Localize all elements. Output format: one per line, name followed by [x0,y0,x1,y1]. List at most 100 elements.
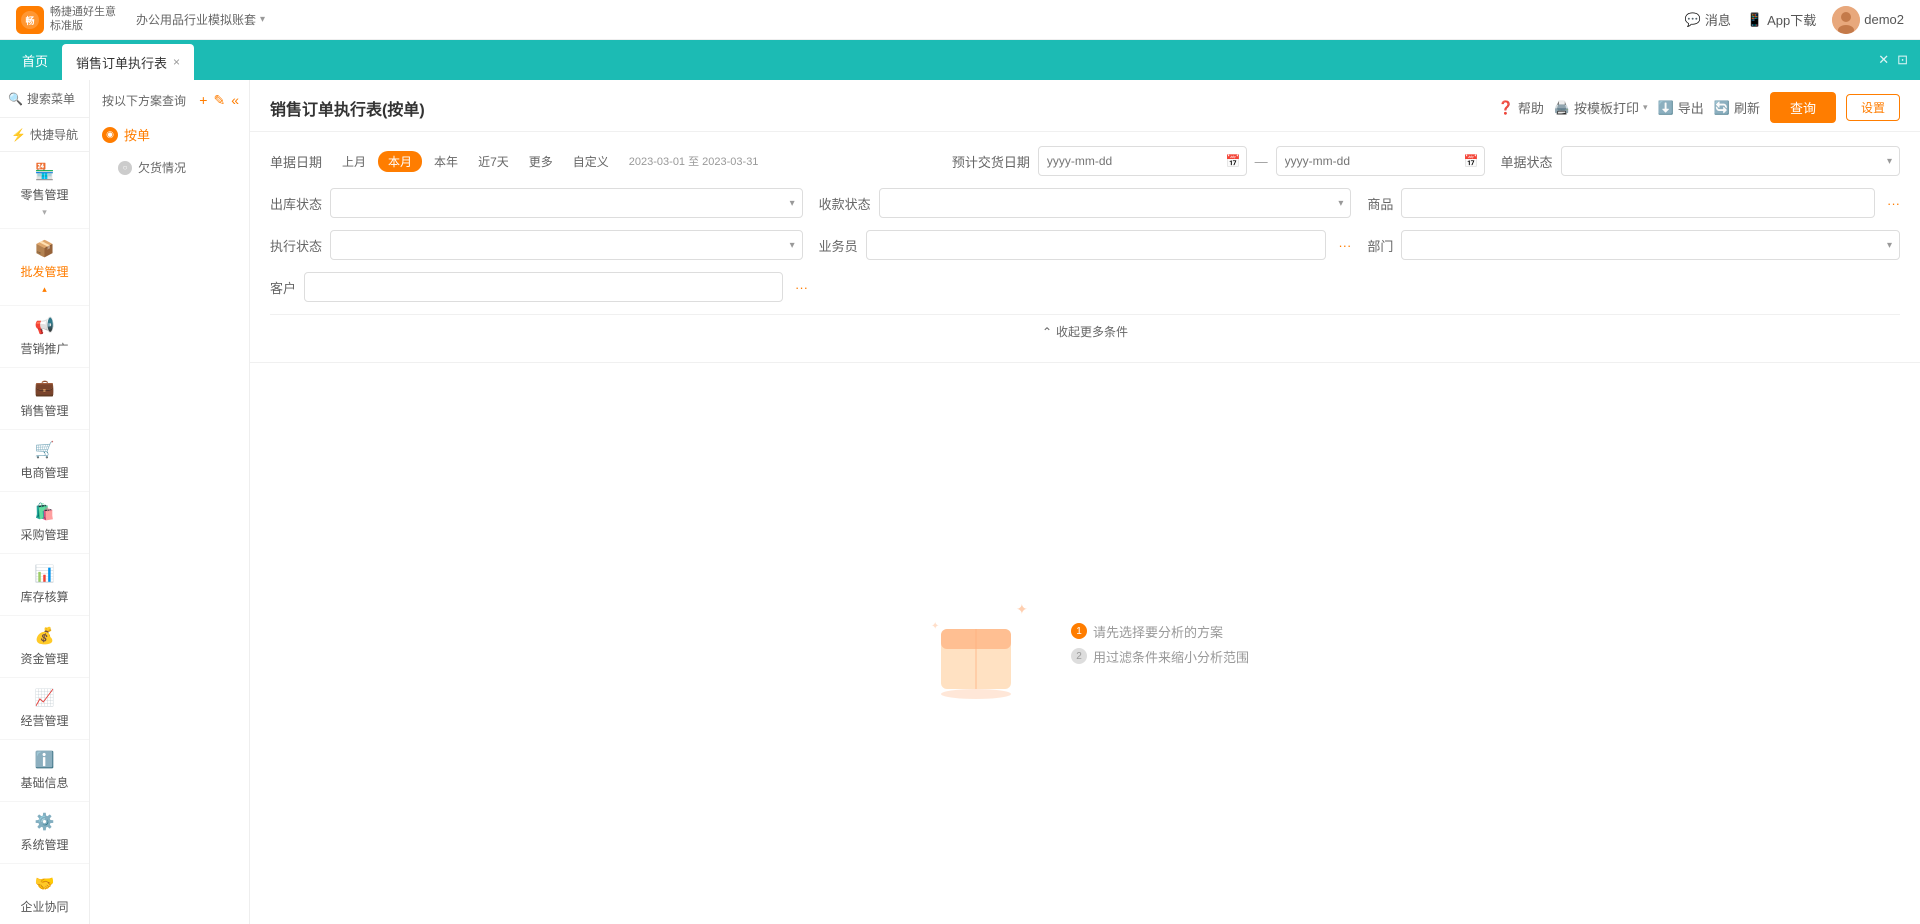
customer-label: 客户 [270,278,296,297]
sidebar-item-sales[interactable]: 💼 销售管理 [0,368,89,430]
status-select[interactable] [1561,146,1900,176]
sidebar-item-marketing[interactable]: 📢 营销推广 [0,306,89,368]
empty-text-hints: 1 请先选择要分析的方案 2 用过滤条件来缩小分析范围 [1071,622,1249,666]
sidebar-item-purchase[interactable]: 🛍️ 采购管理 [0,492,89,554]
sidebar-search[interactable]: 🔍 搜索菜单 [0,80,89,118]
filter-exec-status-group: 执行状态 ▾ [270,230,803,260]
scheme-sub-shortage[interactable]: ○ 欠货情况 [90,152,249,183]
salesman-more-icon[interactable]: ··· [1338,238,1351,253]
collect-status-select[interactable] [879,188,1352,218]
exec-status-select[interactable] [330,230,803,260]
logo-text: 畅捷通好生意 标准版 [50,6,116,32]
window-expand-icon[interactable]: ⊡ [1897,52,1908,68]
expected-date-start-input[interactable] [1038,146,1247,176]
sidebar-item-basic[interactable]: ℹ️ 基础信息 [0,740,89,802]
main-content: 销售订单执行表(按单) ❓ 帮助 🖨️ 按模板打印 ▾ ⬇️ 导出 [250,80,1920,924]
avatar [1832,6,1860,34]
left-panel-header: 按以下方案查询 + ✎ « [90,92,249,117]
inventory-icon: 📊 [35,564,55,584]
collapse-panel-icon[interactable]: « [231,92,239,109]
settings-button[interactable]: 设置 [1846,94,1900,121]
sidebar-item-wholesale[interactable]: 📦 批发管理 ▴ [0,229,89,306]
app-download-button[interactable]: 📱 App下载 [1747,10,1816,29]
sidebar-item-finance[interactable]: 💰 资金管理 [0,616,89,678]
exec-status-label: 执行状态 [270,236,322,255]
filter-row-4: 客户 ··· [270,272,1900,302]
tab-sales-order[interactable]: 销售订单执行表 × [62,44,194,80]
custom-btn[interactable]: 自定义 [565,151,617,172]
this-year-btn[interactable]: 本年 [426,151,466,172]
finance-icon: 💰 [35,626,55,646]
goods-more-icon[interactable]: ··· [1887,196,1900,211]
add-scheme-icon[interactable]: + [199,92,207,109]
expected-date-end-wrapper: 📅 [1276,146,1485,176]
salesman-input[interactable] [866,230,1327,260]
breadcrumb-arrow-icon: ▾ [260,14,265,25]
filter-out-status-group: 出库状态 ▾ [270,188,803,218]
empty-hint-2: 2 用过滤条件来缩小分析范围 [1071,647,1249,666]
app-icon: 📱 [1747,12,1763,28]
scheme-item-order[interactable]: ◉ 按单 [90,117,249,152]
empty-content: ✦ ✦ 1 请先选择要分析的方案 [921,589,1249,699]
out-status-select-wrapper: ▾ [330,188,803,218]
dept-select[interactable] [1401,230,1900,260]
salesman-label: 业务员 [819,236,858,255]
tab-controls: ✕ ⊡ [1866,52,1920,68]
sidebar-item-retail[interactable]: 🏪 零售管理 ▾ [0,152,89,229]
filter-row-1: 单据日期 上月 本月 本年 近7天 更多 自定义 2023-03-01 至 20… [270,146,1900,176]
message-button[interactable]: 💬 消息 [1685,10,1731,29]
tab-home[interactable]: 首页 [8,40,62,80]
tab-close-icon[interactable]: × [173,55,180,69]
out-status-label: 出库状态 [270,194,322,213]
empty-state: ✦ ✦ 1 请先选择要分析的方案 [250,363,1920,924]
query-button[interactable]: 查询 [1770,92,1836,123]
logo-area: 畅 畅捷通好生意 标准版 [16,6,116,34]
sidebar-item-business[interactable]: 📈 经营管理 [0,678,89,740]
svg-text:畅: 畅 [25,15,34,26]
refresh-button[interactable]: 🔄 刷新 [1714,98,1760,117]
last7-btn[interactable]: 近7天 [470,151,517,172]
sidebar-item-inventory[interactable]: 📊 库存核算 [0,554,89,616]
prev-month-btn[interactable]: 上月 [334,151,374,172]
scheme-header-label: 按以下方案查询 [102,92,186,109]
filter-goods-group: 商品 ··· [1367,188,1900,218]
export-button[interactable]: ⬇️ 导出 [1658,98,1704,117]
hint-num-2: 2 [1071,648,1087,664]
print-button[interactable]: 🖨️ 按模板打印 ▾ [1554,98,1648,117]
current-month-btn[interactable]: 本月 [378,151,422,172]
collapse-filter-button[interactable]: ⌃ 收起更多条件 [270,314,1900,348]
sidebar-item-ecommerce[interactable]: 🛒 电商管理 [0,430,89,492]
sidebar-quick-nav[interactable]: ⚡ 快捷导航 [0,118,89,152]
refresh-icon: 🔄 [1714,100,1730,116]
top-bar-left: 畅 畅捷通好生意 标准版 办公用品行业模拟账套 ▾ [16,6,265,34]
marketing-icon: 📢 [35,316,55,336]
message-icon: 💬 [1685,12,1701,28]
purchase-icon: 🛍️ [35,502,55,522]
window-close-icon[interactable]: ✕ [1878,52,1889,68]
breadcrumb-area[interactable]: 办公用品行业模拟账套 ▾ [136,11,265,28]
edit-scheme-icon[interactable]: ✎ [213,92,225,109]
customer-more-icon[interactable]: ··· [795,280,808,295]
more-btn[interactable]: 更多 [521,151,561,172]
user-menu[interactable]: demo2 [1832,6,1904,34]
goods-input[interactable] [1401,188,1875,218]
customer-input[interactable] [304,272,783,302]
nav-icon: ⚡ [11,128,26,142]
expected-date-start-wrapper: 📅 [1038,146,1247,176]
print-dropdown-icon: ▾ [1643,102,1648,113]
help-button[interactable]: ❓ 帮助 [1498,98,1544,117]
user-name: demo2 [1864,12,1904,27]
scheme-header-icons: + ✎ « [199,92,239,109]
sidebar-item-corp[interactable]: 🤝 企业协同 [0,864,89,924]
filter-row-2: 出库状态 ▾ 收款状态 [270,188,1900,218]
status-select-wrapper: ▾ [1561,146,1900,176]
filter-dept-group: 部门 ▾ [1367,230,1900,260]
svg-text:✦: ✦ [931,621,939,632]
empty-hint-1: 1 请先选择要分析的方案 [1071,622,1223,641]
out-status-select[interactable] [330,188,803,218]
retail-icon: 🏪 [35,162,55,182]
sidebar-item-system[interactable]: ⚙️ 系统管理 [0,802,89,864]
left-panel: 按以下方案查询 + ✎ « ◉ 按单 ○ 欠货情况 [90,80,250,924]
basic-icon: ℹ️ [35,750,55,770]
expected-date-end-input[interactable] [1276,146,1485,176]
